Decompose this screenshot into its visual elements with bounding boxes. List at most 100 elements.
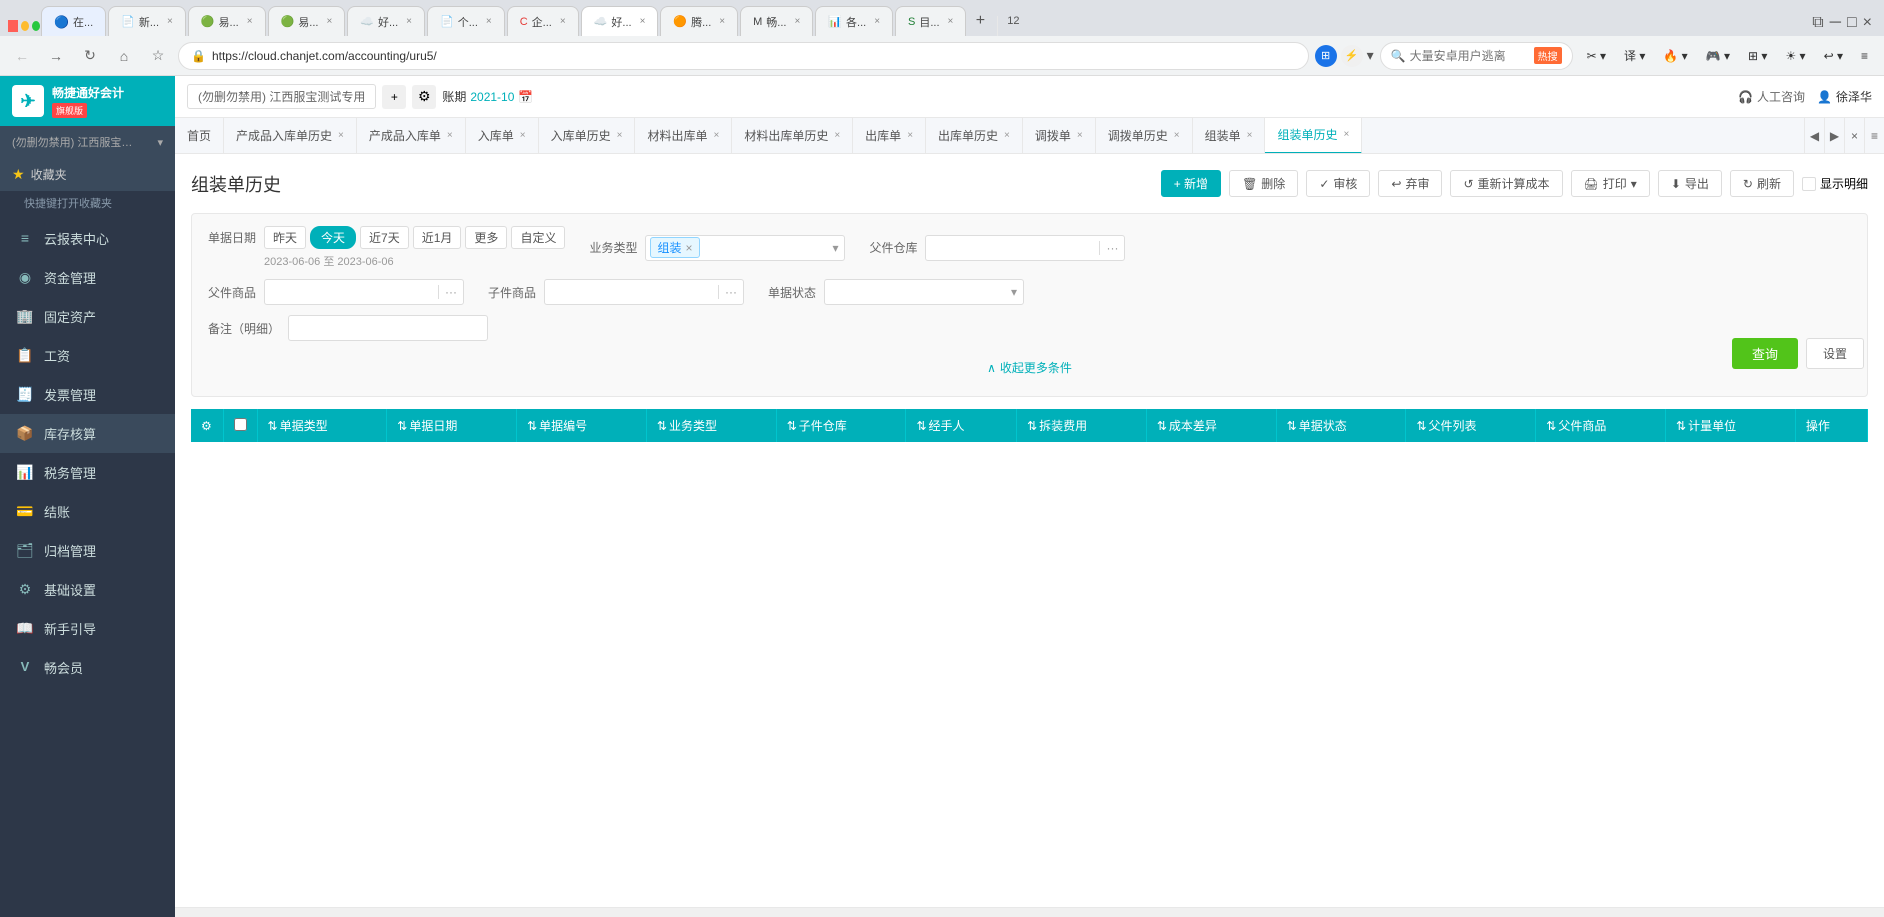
sidebar-item-settings[interactable]: ⚙ 基础设置 <box>0 570 175 609</box>
scissors-btn[interactable]: ✂ ▾ <box>1579 47 1614 65</box>
show-detail-toggle[interactable]: 显示明细 <box>1802 175 1868 192</box>
abandon-btn[interactable]: ↩ 弃审 <box>1378 170 1442 197</box>
sidebar-item-inventory[interactable]: 📦 库存核算 <box>0 414 175 453</box>
close-in-hist[interactable]: × <box>617 130 623 141</box>
th-unit[interactable]: ⇅ 计量单位 <box>1666 409 1796 442</box>
business-type-input-area[interactable]: 组装 × ▾ <box>645 235 845 261</box>
parent-goods-input[interactable]: ··· <box>264 279 464 305</box>
sidebar-favorites-sub[interactable]: 快捷键打开收藏夹 <box>0 191 175 219</box>
nav-tab-adjust-hist[interactable]: 调拨单历史 × <box>1096 118 1193 154</box>
tab-count-badge[interactable]: 12 <box>1003 6 1023 36</box>
minimize-btn[interactable]: ─ <box>1830 14 1841 32</box>
query-btn[interactable]: 查询 <box>1732 338 1798 369</box>
th-check[interactable] <box>223 409 257 442</box>
th-parent-list[interactable]: ⇅ 父件列表 <box>1406 409 1536 442</box>
parent-warehouse-input[interactable]: ··· <box>925 235 1125 261</box>
ext-speed[interactable]: ⚡ <box>1341 45 1363 67</box>
close-prod-in[interactable]: × <box>447 130 453 141</box>
nav-tab-adjust[interactable]: 调拨单 × <box>1023 118 1096 154</box>
th-handler[interactable]: ⇅ 经手人 <box>906 409 1017 442</box>
date-custom-btn[interactable]: 自定义 <box>511 226 565 249</box>
business-type-dropdown[interactable]: ▾ <box>826 241 844 255</box>
sidebar-item-tax[interactable]: 📊 税务管理 <box>0 453 175 492</box>
add-btn[interactable]: + 新增 <box>1161 170 1221 197</box>
home-btn[interactable]: ⌂ <box>110 42 138 70</box>
nav-tab-out-order[interactable]: 出库单 × <box>853 118 926 154</box>
date-1month-btn[interactable]: 近1月 <box>413 226 462 249</box>
date-today-btn[interactable]: 今天 <box>310 226 356 249</box>
bottom-scrollbar[interactable] <box>175 907 1884 917</box>
browser-tab-4[interactable]: 🟢 易... × <box>268 6 346 36</box>
th-disassemble-cost[interactable]: ⇅ 拆装费用 <box>1017 409 1147 442</box>
browser-tab-2[interactable]: 📄 新... × <box>108 6 186 36</box>
parent-goods-more[interactable]: ··· <box>438 285 463 299</box>
service-btn[interactable]: 🎧 人工咨询 <box>1738 88 1805 105</box>
date-7days-btn[interactable]: 近7天 <box>360 226 409 249</box>
ext-grid[interactable]: ⊞ <box>1315 45 1337 67</box>
select-all-checkbox[interactable] <box>234 418 247 431</box>
win-min[interactable] <box>21 21 29 31</box>
recalculate-btn[interactable]: ↺ 重新计算成本 <box>1450 170 1562 197</box>
sidebar-item-member[interactable]: V 畅会员 <box>0 648 175 687</box>
browser-tab-6[interactable]: 📄 个... × <box>427 6 505 36</box>
order-status-select[interactable]: ▾ <box>824 279 1024 305</box>
browser-tab-9[interactable]: 🟠 腾... × <box>660 6 738 36</box>
forward-btn[interactable]: → <box>42 42 70 70</box>
browser-tab-11[interactable]: 📊 各... × <box>815 6 893 36</box>
nav-tab-prod-in[interactable]: 产成品入库单 × <box>357 118 466 154</box>
tab-close-all[interactable]: × <box>1844 118 1864 154</box>
browser-tab-12[interactable]: S 目... × <box>895 6 966 36</box>
child-goods-input-field[interactable] <box>545 285 718 299</box>
browser-tab-7[interactable]: C 企... × <box>507 6 579 36</box>
tab-more-options[interactable]: ≡ <box>1864 118 1884 154</box>
tab-scroll-left[interactable]: ◀ <box>1804 118 1824 154</box>
th-order-no[interactable]: ⇅ 单据编号 <box>517 409 647 442</box>
tab-scroll-right[interactable]: ▶ <box>1824 118 1844 154</box>
close-out-order[interactable]: × <box>907 130 913 141</box>
column-settings-icon[interactable]: ⚙ <box>201 419 212 433</box>
sidebar-item-checkout[interactable]: 💳 结账 <box>0 492 175 531</box>
nav-tab-out-hist[interactable]: 出库单历史 × <box>926 118 1023 154</box>
th-child-warehouse[interactable]: ⇅ 子件仓库 <box>776 409 906 442</box>
notes-input[interactable] <box>288 315 488 341</box>
print-btn[interactable]: 🖨 打印 ▾ <box>1571 170 1650 197</box>
browser-tab-8[interactable]: ☁️ 好... × <box>581 6 659 36</box>
close-mat-out-hist[interactable]: × <box>834 130 840 141</box>
nav-tab-assemble-hist[interactable]: 组装单历史 × <box>1265 118 1362 154</box>
nav-tab-home[interactable]: 首页 <box>175 118 224 154</box>
close-adjust[interactable]: × <box>1077 130 1083 141</box>
add-company-btn[interactable]: + <box>382 85 406 109</box>
sidebar-item-fund[interactable]: ◉ 资金管理 <box>0 258 175 297</box>
export-btn[interactable]: ⬇ 导出 <box>1658 170 1722 197</box>
th-cost-diff[interactable]: ⇅ 成本差异 <box>1146 409 1276 442</box>
bookmark-btn[interactable]: ☆ <box>144 42 172 70</box>
calendar-icon[interactable]: 📅 <box>518 90 533 104</box>
close-assemble-hist[interactable]: × <box>1343 129 1349 140</box>
close-prod-in-hist[interactable]: × <box>338 130 344 141</box>
collapse-bar[interactable]: ∧ 收起更多条件 <box>208 351 1851 384</box>
ext-dropdown[interactable]: ▾ <box>1367 47 1374 64</box>
th-order-type[interactable]: ⇅ 单据类型 <box>257 409 387 442</box>
child-goods-input[interactable]: ··· <box>544 279 744 305</box>
nav-tab-in-order[interactable]: 入库单 × <box>466 118 539 154</box>
sidebar-item-invoice[interactable]: 🧾 发票管理 <box>0 375 175 414</box>
menu-btn[interactable]: ≡ <box>1853 47 1876 65</box>
sidebar-item-cloud-report[interactable]: ≡ 云报表中心 <box>0 219 175 258</box>
sidebar-item-guide[interactable]: 📖 新手引导 <box>0 609 175 648</box>
nav-tab-mat-out[interactable]: 材料出库单 × <box>635 118 732 154</box>
nav-tab-prod-in-hist[interactable]: 产成品入库单历史 × <box>224 118 357 154</box>
sidebar-favorites[interactable]: ★ 收藏夹 <box>0 158 175 191</box>
restore-btn[interactable]: ⧉ <box>1812 14 1823 32</box>
back-btn[interactable]: ← <box>8 42 36 70</box>
date-more-btn[interactable]: 更多 <box>465 226 507 249</box>
sidebar-item-salary[interactable]: 📋 工资 <box>0 336 175 375</box>
browser-tab-3[interactable]: 🟢 易... × <box>188 6 266 36</box>
sidebar-company[interactable]: (勿删勿禁用) 江西服宝测试专用 ▾ <box>0 126 175 158</box>
undo-btn[interactable]: ↩ ▾ <box>1816 47 1851 65</box>
close-in-order[interactable]: × <box>520 130 526 141</box>
win-close[interactable] <box>8 20 18 32</box>
emoji-btn[interactable]: 🔥 ▾ <box>1655 47 1695 65</box>
close-mat-out[interactable]: × <box>713 130 719 141</box>
win-max[interactable] <box>32 21 40 31</box>
th-order-status[interactable]: ⇅ 单据状态 <box>1276 409 1406 442</box>
